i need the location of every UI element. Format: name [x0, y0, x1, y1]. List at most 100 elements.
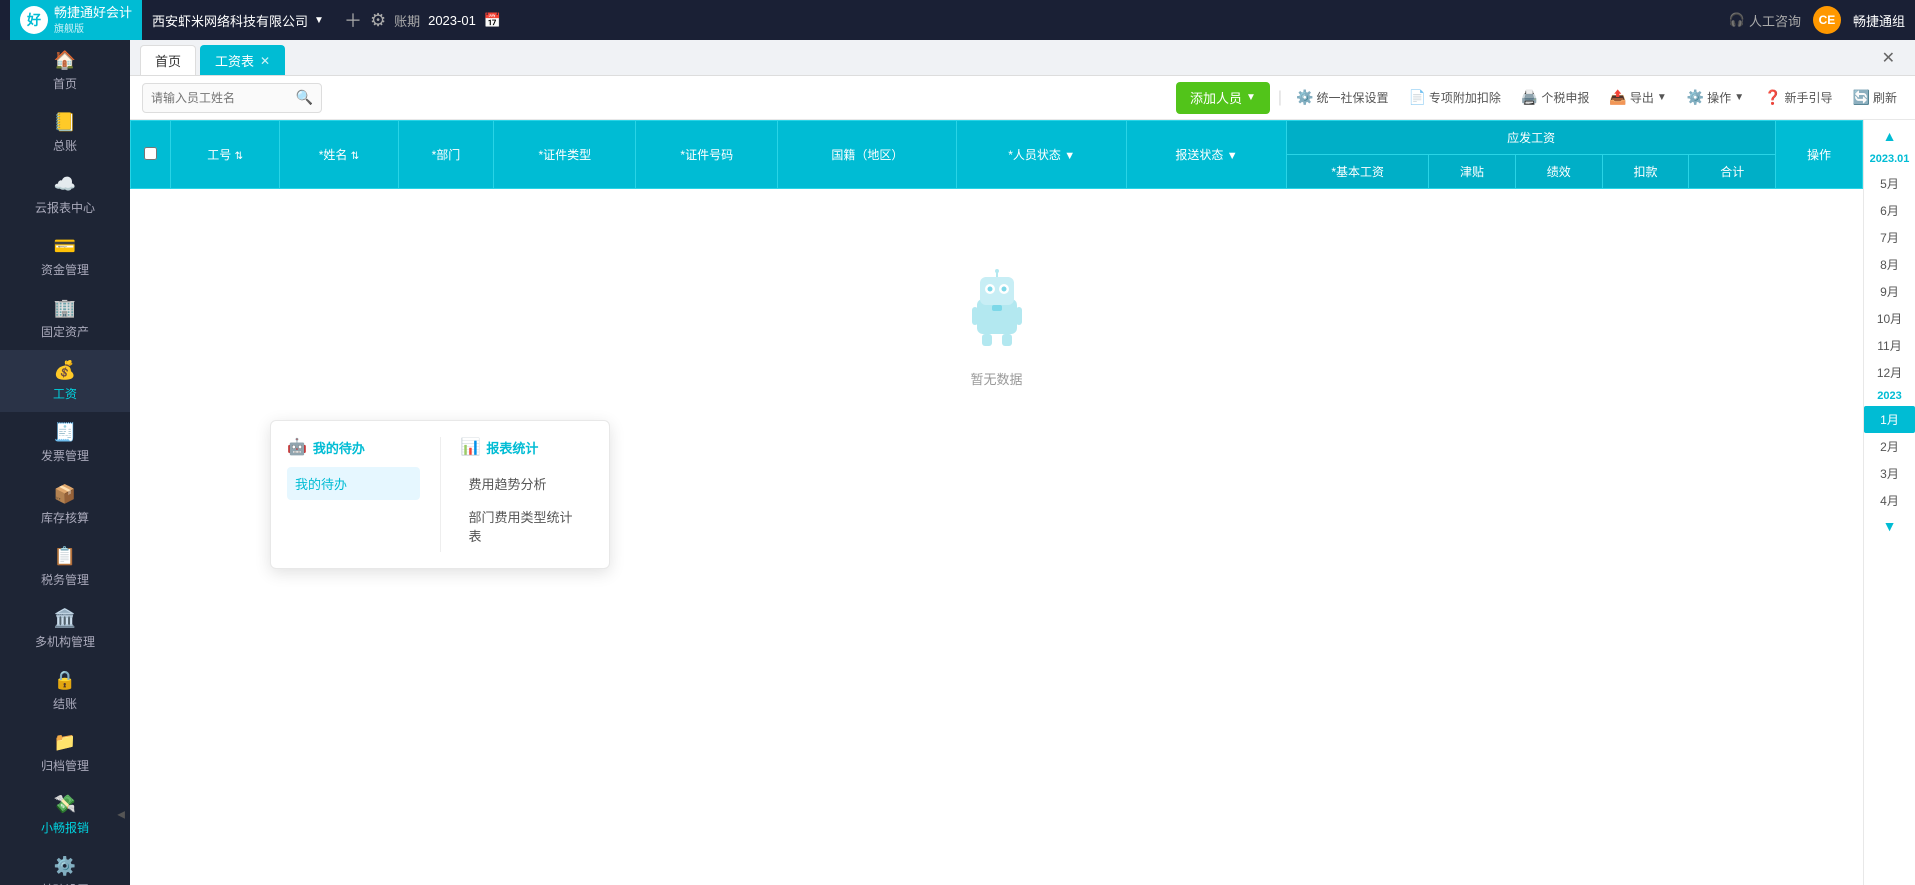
- sidebar-label-assets: 固定资产: [41, 323, 89, 340]
- filter-send-icon[interactable]: ▼: [1227, 150, 1238, 162]
- sidebar-item-home[interactable]: 🏠 首页: [0, 40, 130, 102]
- todo-section-icon: 🤖: [287, 437, 307, 457]
- month-item-3[interactable]: 3月: [1864, 460, 1915, 487]
- toolbar: 🔍 添加人员 ▼ | ⚙️ 统一社保设置 📄 专项附加扣除 🖨️ 个税申报 📤: [130, 76, 1915, 120]
- popup-section-todo-title: 🤖 我的待办: [287, 437, 420, 457]
- add-person-button[interactable]: 添加人员 ▼: [1176, 82, 1270, 114]
- search-icon[interactable]: 🔍: [296, 89, 313, 106]
- th-checkbox: [131, 121, 171, 189]
- month-nav-down[interactable]: ▼: [1883, 514, 1897, 538]
- service-button[interactable]: 🎧 人工咨询: [1729, 11, 1801, 30]
- tab-close-button[interactable]: ✕: [1882, 48, 1895, 68]
- tab-bar: 首页 工资表 ✕ ✕: [130, 40, 1915, 76]
- sidebar: 🏠 首页 📒 总账 ☁️ 云报表中心 💳 资金管理 🏢 固定资产 💰 工资 🧾 …: [0, 40, 130, 885]
- month-item-9[interactable]: 9月: [1864, 278, 1915, 305]
- logo-icon: 好: [20, 6, 48, 34]
- social-security-button[interactable]: ⚙️ 统一社保设置: [1290, 89, 1394, 106]
- operation-arrow-icon: ▼: [1734, 92, 1744, 103]
- filter-status-icon[interactable]: ▼: [1064, 150, 1075, 162]
- sidebar-item-tax[interactable]: 📋 税务管理: [0, 536, 130, 598]
- archive-icon: 📁: [54, 732, 76, 753]
- sort-number-icon[interactable]: ⇅: [235, 151, 243, 162]
- guide-button[interactable]: ❓ 新手引导: [1758, 89, 1838, 106]
- operation-button[interactable]: ⚙️ 操作 ▼: [1681, 89, 1750, 106]
- popup-item-dept-stat[interactable]: 部门费用类型统计表: [461, 500, 594, 552]
- th-allowance: 津贴: [1429, 155, 1516, 189]
- month-item-1[interactable]: 1月: [1864, 406, 1915, 433]
- search-wrapper: 🔍: [142, 83, 322, 113]
- popup-row: 🤖 我的待办 我的待办 📊 报表统计 费用趋势分析 部门费用类型统计表: [287, 437, 593, 552]
- xiaochang-icon: 💸: [54, 794, 76, 815]
- calendar-icon[interactable]: 📅: [484, 12, 501, 29]
- th-basic-salary: *基本工资: [1287, 155, 1429, 189]
- export-button[interactable]: 📤 导出 ▼: [1603, 89, 1672, 106]
- salary-icon: 💰: [54, 360, 76, 381]
- social-label: 统一社保设置: [1316, 89, 1388, 106]
- content-area: 首页 工资表 ✕ ✕ 🔍 添加人员 ▼ | ⚙️ 统一社保设置: [130, 40, 1915, 885]
- sidebar-item-ledger[interactable]: 📒 总账: [0, 102, 130, 164]
- th-send-status: 报送状态 ▼: [1126, 121, 1286, 189]
- period-value[interactable]: 2023-01: [428, 13, 476, 28]
- month-item-7[interactable]: 7月: [1864, 224, 1915, 251]
- month-item-12[interactable]: 12月: [1864, 359, 1915, 386]
- sidebar-item-inventory[interactable]: 📦 库存核算: [0, 474, 130, 536]
- month-item-2[interactable]: 2月: [1864, 433, 1915, 460]
- month-item-6[interactable]: 6月: [1864, 197, 1915, 224]
- sidebar-item-funds[interactable]: 💳 资金管理: [0, 226, 130, 288]
- month-item-10[interactable]: 10月: [1864, 305, 1915, 332]
- search-input[interactable]: [151, 91, 296, 105]
- th-total: 合计: [1689, 155, 1776, 189]
- tab-close-icon[interactable]: ✕: [260, 54, 270, 68]
- popup-item-todo[interactable]: 我的待办: [287, 467, 420, 500]
- sidebar-item-archive[interactable]: 📁 归档管理: [0, 722, 130, 784]
- tax-declare-label: 个税申报: [1541, 89, 1589, 106]
- sidebar-item-closing[interactable]: 🔒 结账: [0, 660, 130, 722]
- sort-name-icon[interactable]: ⇅: [351, 151, 359, 162]
- tax-declare-button[interactable]: 🖨️ 个税申报: [1515, 89, 1595, 106]
- refresh-button[interactable]: 🔄 刷新: [1847, 89, 1903, 106]
- closing-icon: 🔒: [54, 670, 76, 691]
- th-performance: 绩效: [1515, 155, 1602, 189]
- month-item-5[interactable]: 5月: [1864, 170, 1915, 197]
- top-header: 好 畅捷通好会计 旗舰版 西安虾米网络科技有限公司 ▼ ＋ ⚙ 账期 2023-…: [0, 0, 1915, 40]
- export-label: 导出: [1630, 89, 1654, 106]
- cloud-icon: ☁️: [54, 174, 76, 195]
- popup-item-trend[interactable]: 费用趋势分析: [461, 467, 594, 500]
- report-section-icon: 📊: [461, 437, 481, 457]
- sidebar-item-xiaochang[interactable]: 💸 小畅报销 ◀: [0, 784, 130, 846]
- deduction-button[interactable]: 📄 专项附加扣除: [1402, 89, 1506, 106]
- add-header-button[interactable]: ＋: [344, 7, 362, 33]
- sidebar-label-salary: 工资: [53, 385, 77, 402]
- empty-text: 暂无数据: [970, 369, 1022, 388]
- sidebar-item-invoice[interactable]: 🧾 发票管理: [0, 412, 130, 474]
- avatar: CE: [1813, 6, 1841, 34]
- chevron-down-icon: ▼: [314, 15, 324, 26]
- settings-header-button[interactable]: ⚙: [370, 10, 386, 31]
- th-nationality: 国籍（地区）: [778, 121, 957, 189]
- todo-title-text: 我的待办: [313, 438, 365, 457]
- month-item-8[interactable]: 8月: [1864, 251, 1915, 278]
- sidebar-item-salary[interactable]: 💰 工资: [0, 350, 130, 412]
- year-label-2023: 2023: [1875, 386, 1903, 406]
- sidebar-label-tax: 税务管理: [41, 571, 89, 588]
- company-selector[interactable]: 西安虾米网络科技有限公司 ▼: [152, 11, 324, 30]
- th-number: 工号 ⇅: [171, 121, 280, 189]
- tab-salary[interactable]: 工资表 ✕: [200, 45, 285, 75]
- add-btn-arrow-icon: ▼: [1246, 92, 1256, 103]
- service-label: 人工咨询: [1749, 11, 1801, 30]
- refresh-icon: 🔄: [1853, 89, 1870, 106]
- sidebar-item-cloud[interactable]: ☁️ 云报表中心: [0, 164, 130, 226]
- popup-col-todo: 🤖 我的待办 我的待办: [287, 437, 420, 552]
- sidebar-item-assets[interactable]: 🏢 固定资产: [0, 288, 130, 350]
- tax-icon-btn: 🖨️: [1521, 89, 1538, 106]
- ledger-icon: 📒: [54, 112, 76, 133]
- month-item-4[interactable]: 4月: [1864, 487, 1915, 514]
- invoice-icon: 🧾: [54, 422, 76, 443]
- select-all-checkbox[interactable]: [144, 147, 157, 160]
- export-arrow-icon: ▼: [1657, 92, 1667, 103]
- tab-home[interactable]: 首页: [140, 45, 196, 75]
- sidebar-item-basic[interactable]: ⚙️ 基础设置: [0, 846, 130, 885]
- month-item-11[interactable]: 11月: [1864, 332, 1915, 359]
- month-nav-up[interactable]: ▲: [1883, 124, 1897, 148]
- sidebar-item-multi[interactable]: 🏛️ 多机构管理: [0, 598, 130, 660]
